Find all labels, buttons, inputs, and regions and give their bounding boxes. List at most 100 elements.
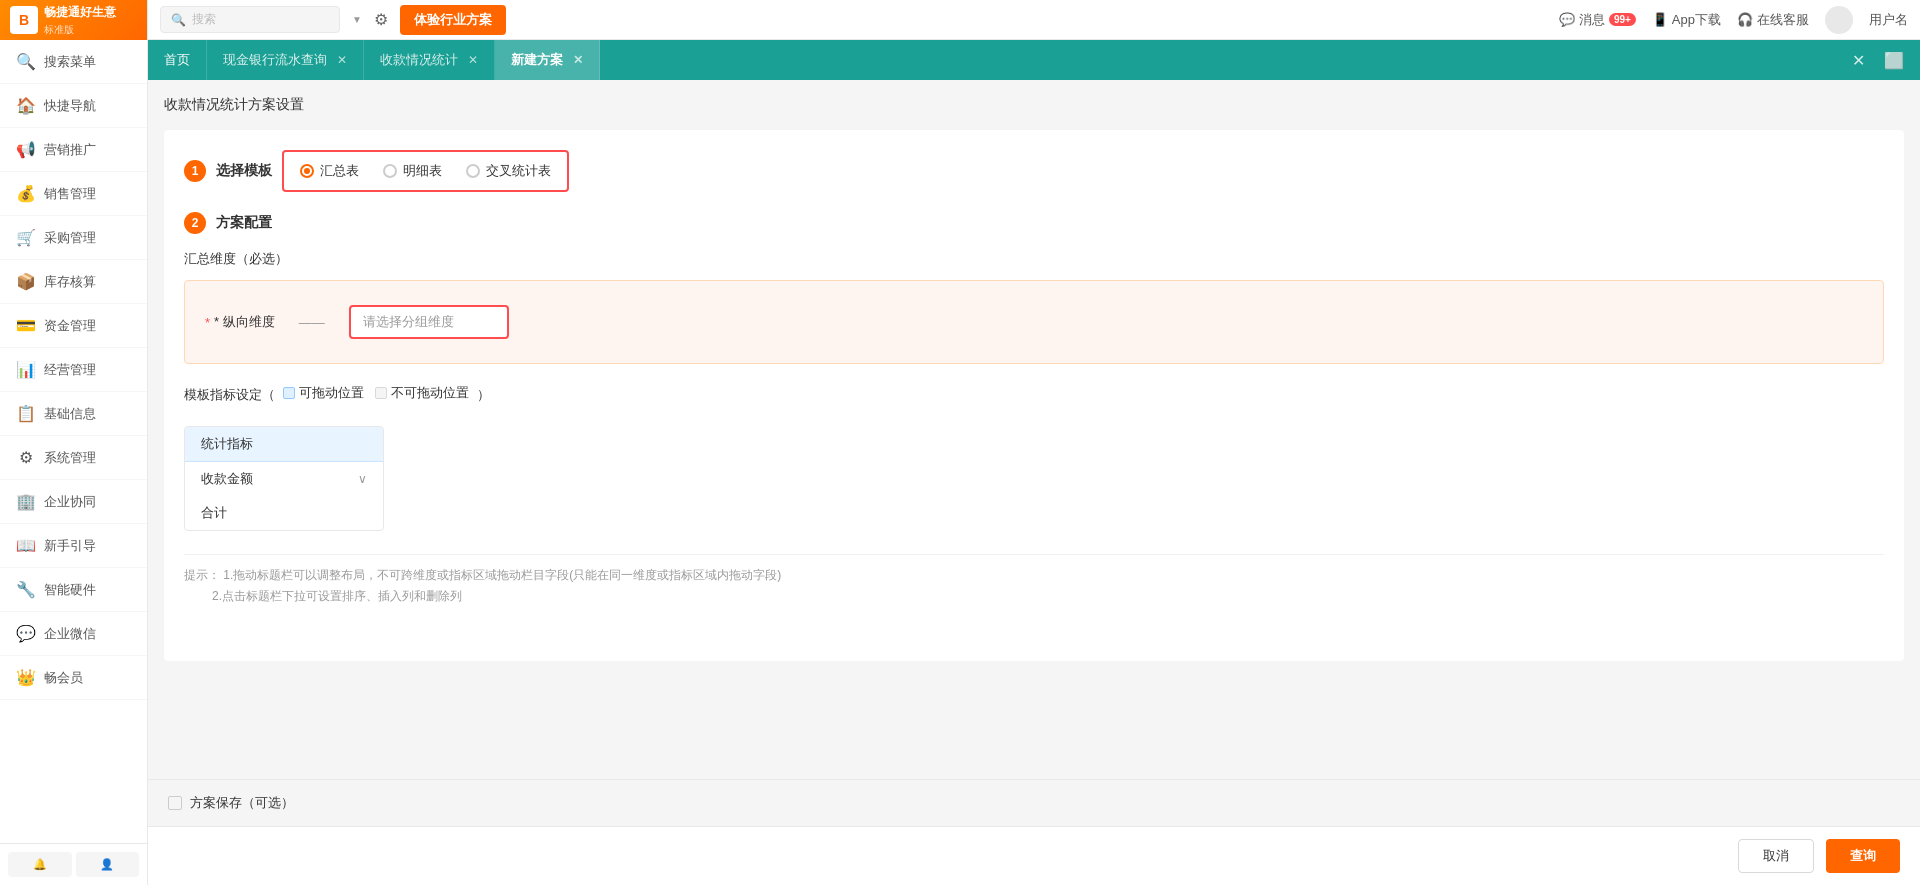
purchase-icon: 🛒 (16, 228, 36, 247)
enterprise-icon: 🏢 (16, 492, 36, 511)
step1-number: 1 (184, 160, 206, 182)
sidebar-item-label: 采购管理 (44, 229, 96, 247)
message-icon: 💬 (1559, 12, 1575, 27)
sidebar-nav: 🔍 搜索菜单 🏠 快捷导航 📢 营销推广 💰 销售管理 🛒 采购管理 📦 库存核… (0, 40, 147, 843)
sidebar-footer-btn1[interactable]: 🔔 (8, 852, 72, 877)
sidebar-item-guide[interactable]: 📖 新手引导 (0, 524, 147, 568)
tab-receipts[interactable]: 收款情况统计 ✕ (364, 40, 495, 80)
sidebar-item-search[interactable]: 🔍 搜索菜单 (0, 40, 147, 84)
step2-section: 2 方案配置 汇总维度（必选） * * 纵向维度 —— (184, 212, 1884, 621)
sidebar-item-system[interactable]: ⚙ 系统管理 (0, 436, 147, 480)
avatar[interactable] (1825, 6, 1853, 34)
search-icon: 🔍 (16, 52, 36, 71)
sidebar-footer-btn2[interactable]: 👤 (76, 852, 140, 877)
logo-text: 畅捷通好生意 (44, 4, 116, 21)
sidebar-item-marketing[interactable]: 📢 营销推广 (0, 128, 147, 172)
required-mark: * (205, 315, 210, 330)
sidebar-item-label: 库存核算 (44, 273, 96, 291)
radio-detail-label: 明细表 (403, 162, 442, 180)
sidebar-item-home[interactable]: 🏠 快捷导航 (0, 84, 147, 128)
sidebar-item-basic-info[interactable]: 📋 基础信息 (0, 392, 147, 436)
sidebar-item-finance[interactable]: 💳 资金管理 (0, 304, 147, 348)
service-label: 在线客服 (1757, 11, 1809, 29)
radio-detail[interactable]: 明细表 (383, 162, 442, 180)
message-item[interactable]: 💬 消息 99+ (1559, 11, 1636, 29)
sidebar-item-inventory[interactable]: 📦 库存核算 (0, 260, 147, 304)
tab-label: 现金银行流水查询 (223, 51, 327, 69)
trial-button[interactable]: 体验行业方案 (400, 5, 506, 35)
service-item[interactable]: 🎧 在线客服 (1737, 11, 1809, 29)
guide-icon: 📖 (16, 536, 36, 555)
cancel-button[interactable]: 取消 (1738, 839, 1814, 873)
save-checkbox[interactable] (168, 796, 182, 810)
download-item[interactable]: 📱 App下载 (1652, 11, 1721, 29)
sidebar-item-member[interactable]: 👑 畅会员 (0, 656, 147, 700)
home-icon: 🏠 (16, 96, 36, 115)
tab-new-plan[interactable]: 新建方案 ✕ (495, 40, 600, 80)
topbar: 🔍 搜索 ▼ ⚙ 体验行业方案 💬 消息 99+ 📱 App下载 🎧 在线客服 … (148, 0, 1920, 40)
sidebar-item-label: 基础信息 (44, 405, 96, 423)
operations-icon: 📊 (16, 360, 36, 379)
search-text: 搜索 (192, 11, 216, 28)
finance-icon: 💳 (16, 316, 36, 335)
tab-home[interactable]: 首页 (148, 40, 207, 80)
tips-prefix: 提示： (184, 568, 220, 582)
sidebar-footer: 🔔 👤 (0, 843, 147, 885)
query-button[interactable]: 查询 (1826, 839, 1900, 873)
content-area: 收款情况统计方案设置 1 选择模板 汇总表 (148, 80, 1920, 885)
radio-cross[interactable]: 交叉统计表 (466, 162, 551, 180)
page-title: 收款情况统计方案设置 (164, 96, 1904, 114)
username: 用户名 (1869, 11, 1908, 29)
tab-label: 新建方案 (511, 51, 563, 69)
gear-icon[interactable]: ⚙ (374, 10, 388, 29)
sidebar-item-hardware[interactable]: 🔧 智能硬件 (0, 568, 147, 612)
service-icon: 🎧 (1737, 12, 1753, 27)
close-window-btn[interactable]: ✕ (1844, 46, 1872, 74)
maximize-window-btn[interactable]: ⬜ (1880, 46, 1908, 74)
sidebar-item-label: 系统管理 (44, 449, 96, 467)
tab-close-icon[interactable]: ✕ (573, 53, 583, 67)
hint-draggable: 可拖动位置 (283, 384, 364, 402)
tab-close-icon[interactable]: ✕ (468, 53, 478, 67)
dropdown-chevron-icon[interactable]: ▼ (352, 14, 362, 25)
sidebar-item-label: 营销推广 (44, 141, 96, 159)
page-content: 收款情况统计方案设置 1 选择模板 汇总表 (148, 80, 1920, 779)
metrics-config: 模板指标设定（ 可拖动位置 不可拖动位置 ） (184, 384, 1884, 534)
tab-cashflow[interactable]: 现金银行流水查询 ✕ (207, 40, 364, 80)
radio-cross-input[interactable] (466, 164, 480, 178)
settings-card: 1 选择模板 汇总表 明细表 (164, 130, 1904, 661)
topbar-search[interactable]: 🔍 搜索 (160, 6, 340, 33)
metrics-dropdown-icon[interactable]: ∨ (358, 472, 367, 486)
sidebar-item-purchase[interactable]: 🛒 采购管理 (0, 216, 147, 260)
main-area: 🔍 搜索 ▼ ⚙ 体验行业方案 💬 消息 99+ 📱 App下载 🎧 在线客服 … (148, 0, 1920, 885)
sidebar-item-label: 销售管理 (44, 185, 96, 203)
footer-bar: 取消 查询 (148, 826, 1920, 885)
sidebar-item-label: 畅会员 (44, 669, 83, 687)
sidebar-item-sales[interactable]: 💰 销售管理 (0, 172, 147, 216)
tip-text-1: 1.拖动标题栏可以调整布局，不可跨维度或指标区域拖动栏目字段(只能在同一维度或指… (223, 568, 781, 582)
tips-section: 提示： 1.拖动标题栏可以调整布局，不可跨维度或指标区域拖动栏目字段(只能在同一… (184, 554, 1884, 621)
dimension-select-input[interactable]: 请选择分组维度 (349, 305, 509, 339)
sidebar-item-operations[interactable]: 📊 经营管理 (0, 348, 147, 392)
metrics-label: 模板指标设定（ 可拖动位置 不可拖动位置 ） (184, 384, 1884, 404)
arrow-icon: —— (299, 315, 325, 330)
sidebar-item-wechat[interactable]: 💬 企业微信 (0, 612, 147, 656)
metrics-cell-amount[interactable]: 收款金额 ∨ (185, 462, 383, 496)
radio-summary-input[interactable] (300, 164, 314, 178)
marketing-icon: 📢 (16, 140, 36, 159)
save-option: 方案保存（可选） (148, 779, 1920, 826)
sidebar-item-enterprise[interactable]: 🏢 企业协同 (0, 480, 147, 524)
radio-summary-label: 汇总表 (320, 162, 359, 180)
step2-header: 2 方案配置 (184, 212, 1884, 234)
member-icon: 👑 (16, 668, 36, 687)
metrics-cell-subtotal: 合计 (185, 496, 383, 530)
system-icon: ⚙ (16, 448, 36, 467)
tab-close-icon[interactable]: ✕ (337, 53, 347, 67)
save-label: 方案保存（可选） (190, 794, 294, 812)
tab-label: 收款情况统计 (380, 51, 458, 69)
step2-label: 方案配置 (216, 214, 272, 232)
tabbar: 首页 现金银行流水查询 ✕ 收款情况统计 ✕ 新建方案 ✕ ✕ ⬜ (148, 40, 1920, 80)
radio-detail-input[interactable] (383, 164, 397, 178)
step1-label: 选择模板 (216, 162, 272, 180)
radio-summary[interactable]: 汇总表 (300, 162, 359, 180)
